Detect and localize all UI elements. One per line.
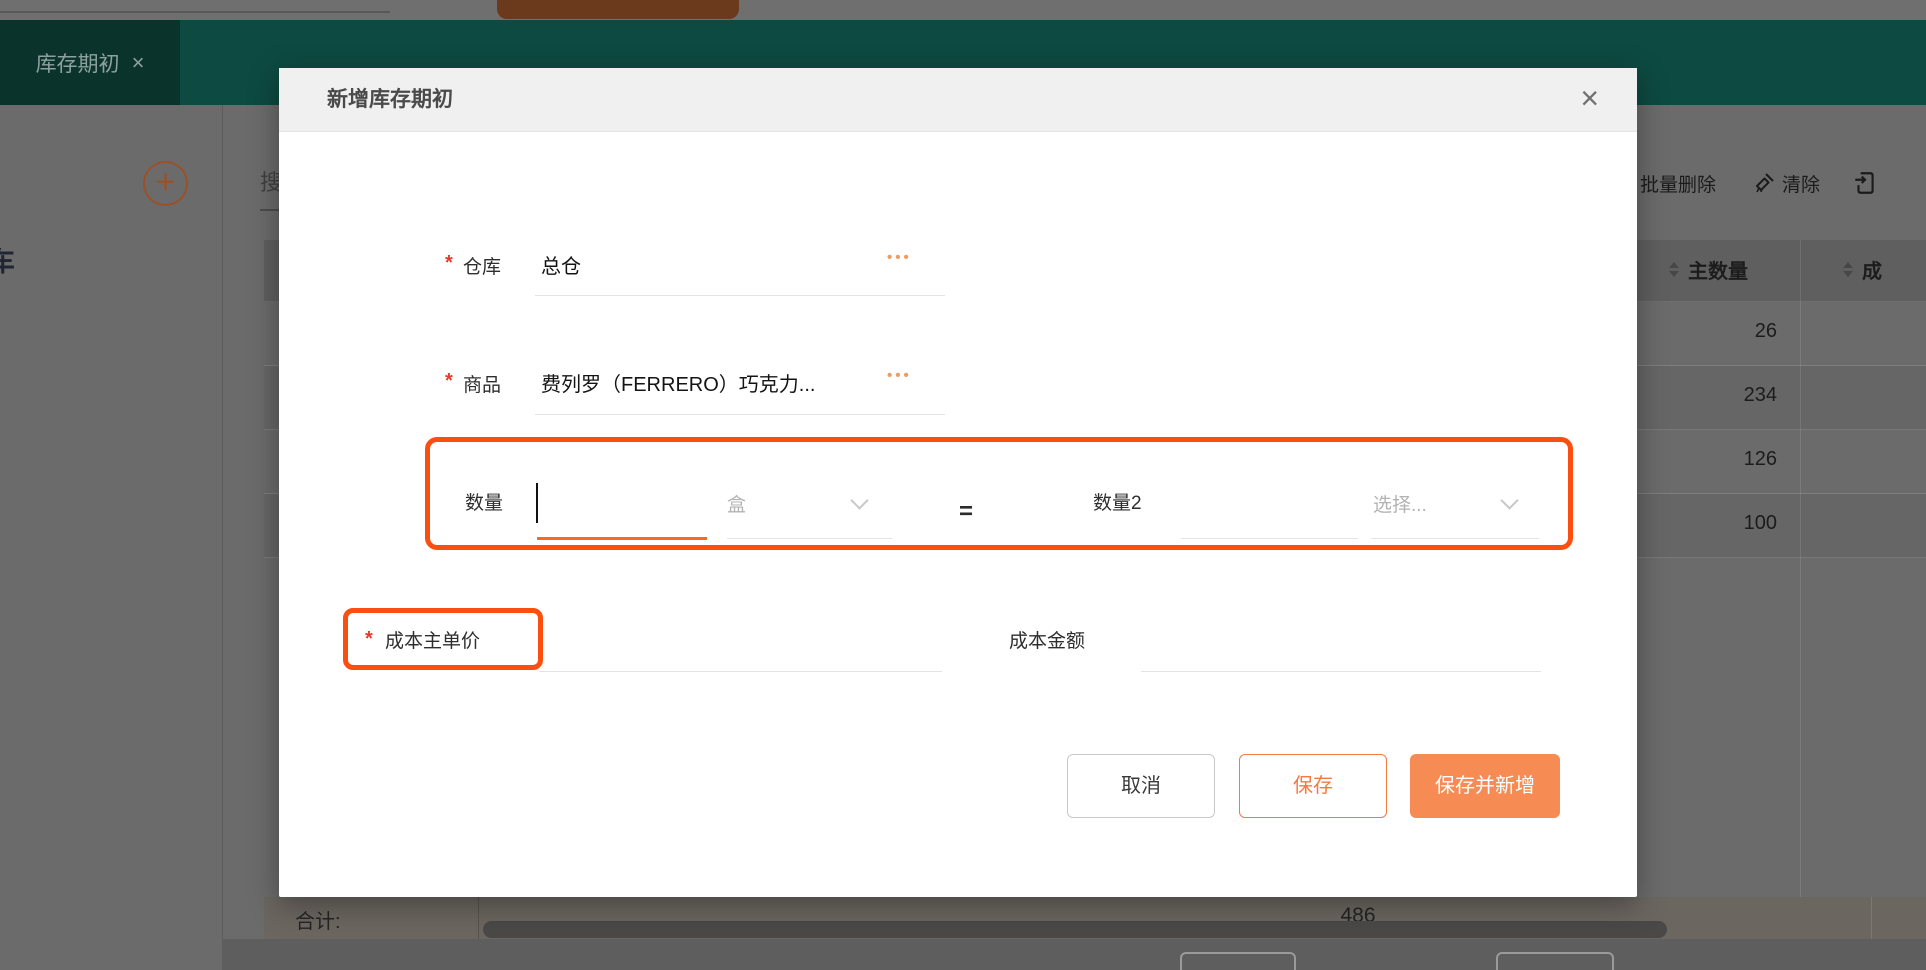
total-label: 合计: — [295, 911, 341, 933]
horizontal-scrollbar[interactable] — [483, 921, 1667, 938]
required-mark: * — [365, 628, 373, 650]
warehouse-underline — [535, 295, 945, 296]
clear-button[interactable]: 清除 — [1782, 170, 1820, 197]
add-opening-inventory-dialog: 新增库存期初 × * 仓库 总仓 ••• * 商品 费列罗（FERRERO）巧克… — [279, 68, 1637, 897]
batch-delete-button[interactable]: 批量删除 — [1640, 170, 1716, 197]
quantity2-label: 数量2 — [1093, 493, 1142, 514]
dialog-header: 新增库存期初 × — [279, 68, 1637, 132]
cancel-button[interactable]: 取消 — [1067, 754, 1215, 818]
main-qty-value: 234 — [1743, 384, 1777, 406]
unit2-select-placeholder[interactable]: 选择... — [1373, 490, 1427, 517]
cost-amount-input[interactable] — [1141, 671, 1541, 672]
page-topbar — [0, 0, 1926, 20]
save-and-new-button[interactable]: 保存并新增 — [1410, 754, 1560, 818]
add-circle-icon[interactable]: + — [143, 161, 188, 206]
broom-icon — [1756, 173, 1774, 193]
product-label: 商品 — [463, 375, 502, 396]
app-window: 库存期初 × + 车 搜 批量删除 清除 主数量 成 26 234 126 10… — [0, 0, 1926, 970]
import-icon[interactable] — [1852, 170, 1878, 196]
unit-select-value[interactable]: 盒 — [727, 490, 746, 517]
column-label: 主数量 — [1688, 261, 1748, 283]
unit2-underline — [1371, 538, 1539, 539]
tab-label: 库存期初 — [35, 52, 120, 76]
pagination-button[interactable] — [1496, 952, 1614, 970]
close-icon[interactable]: × — [1580, 80, 1599, 117]
sort-icon[interactable] — [1842, 262, 1854, 277]
topbar-search-underline — [0, 11, 390, 13]
warehouse-label: 仓库 — [463, 257, 502, 278]
cost-price-label: 成本主单价 — [385, 631, 481, 652]
sort-icon[interactable] — [1668, 262, 1680, 277]
main-qty-value: 100 — [1743, 512, 1777, 534]
column-main-qty[interactable]: 主数量 — [1668, 255, 1748, 284]
left-panel-divider — [222, 105, 223, 970]
footer-cell-divider — [1871, 897, 1872, 939]
quantity-label: 数量 — [465, 493, 504, 514]
column-label: 成 — [1862, 261, 1882, 283]
product-value[interactable]: 费列罗（FERRERO）巧克力... — [541, 368, 815, 397]
footer-cell-divider — [478, 897, 479, 939]
save-button[interactable]: 保存 — [1239, 754, 1387, 818]
warehouse-value[interactable]: 总仓 — [541, 250, 581, 279]
column-cost[interactable]: 成 — [1842, 255, 1882, 284]
main-qty-value: 126 — [1743, 448, 1777, 470]
equals-sign: = — [959, 498, 974, 525]
required-mark: * — [445, 252, 453, 274]
pagination-bar — [222, 939, 1926, 970]
quantity2-input[interactable] — [1181, 538, 1358, 539]
required-mark: * — [445, 370, 453, 392]
dialog-title: 新增库存期初 — [327, 88, 453, 111]
cost-amount-label: 成本金额 — [1009, 631, 1086, 652]
unit-underline — [727, 538, 892, 539]
text-caret — [536, 483, 538, 523]
main-qty-value: 26 — [1754, 320, 1777, 342]
product-underline — [535, 414, 945, 415]
tab-close-icon[interactable]: × — [132, 50, 145, 76]
cost-price-input[interactable] — [539, 671, 942, 672]
warehouse-picker-icon[interactable]: ••• — [887, 249, 912, 266]
background-primary-button — [497, 0, 739, 19]
left-tree-text: 车 — [0, 247, 15, 277]
product-picker-icon[interactable]: ••• — [887, 367, 912, 384]
pagination-button[interactable] — [1180, 952, 1296, 970]
tab-opening-inventory[interactable]: 库存期初 × — [0, 20, 180, 105]
table-toolbar: 批量删除 清除 — [1640, 168, 1878, 198]
quantity-input[interactable] — [537, 537, 707, 540]
